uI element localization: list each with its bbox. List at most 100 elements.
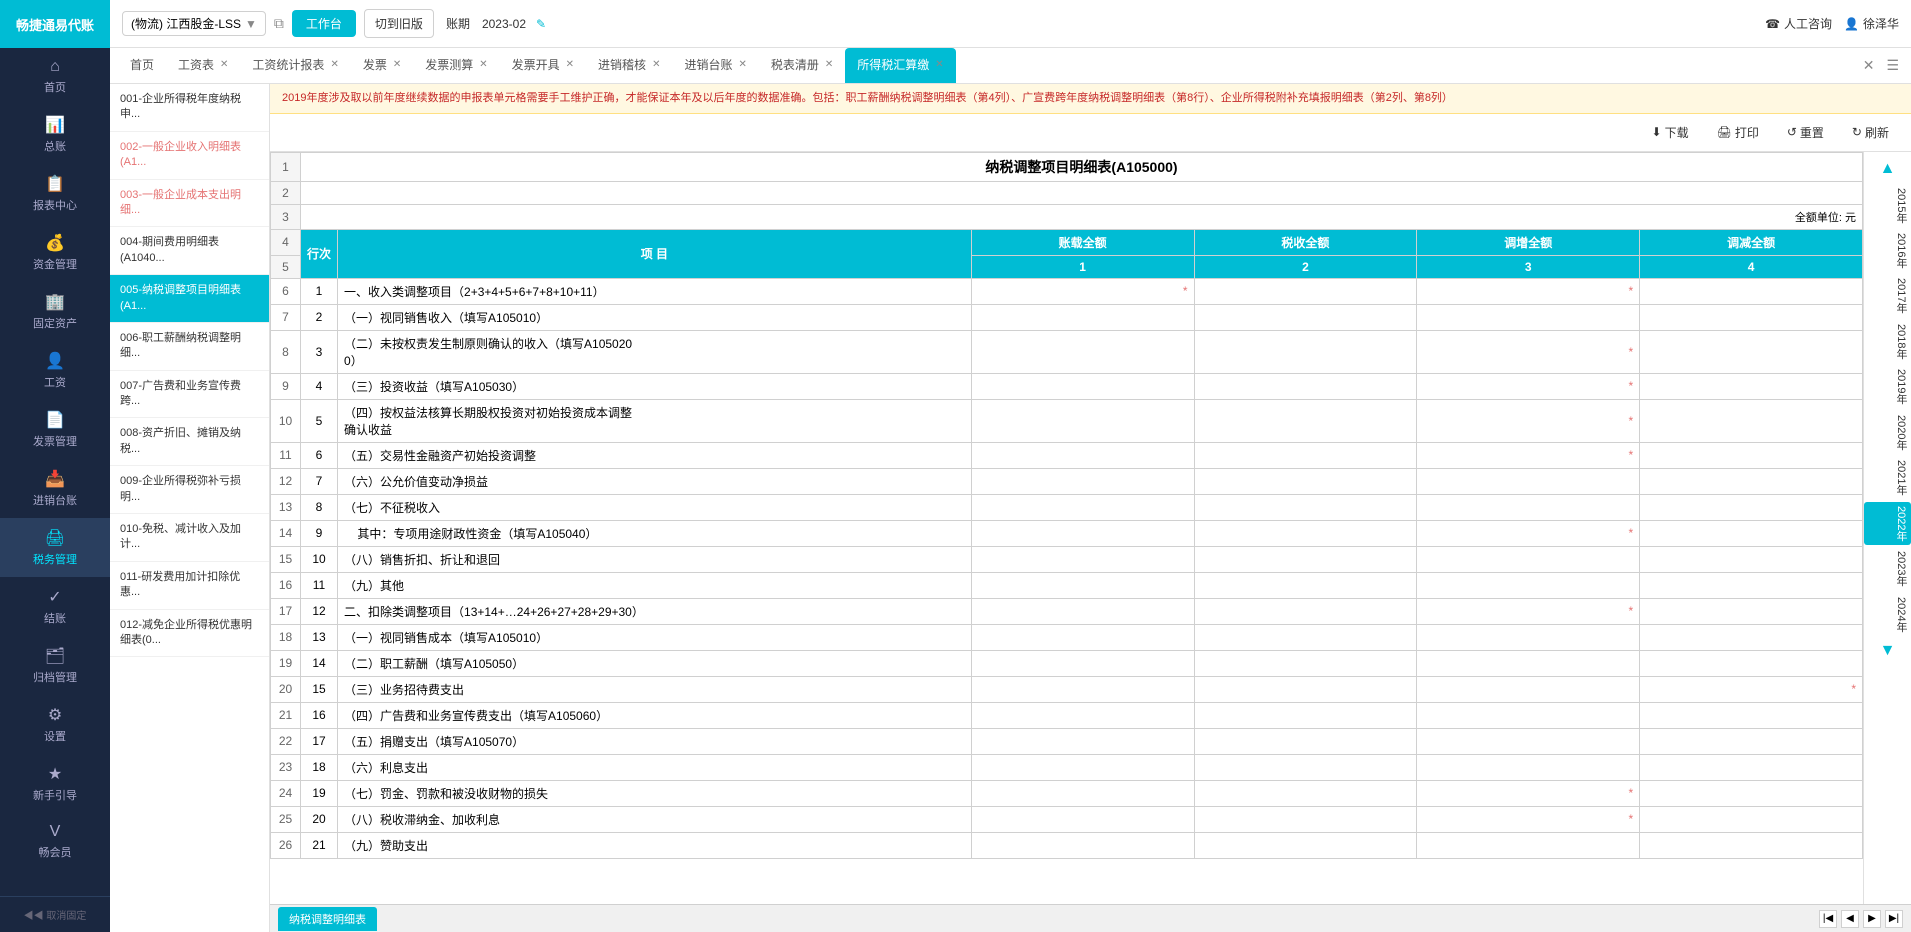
row-c2[interactable] [1194, 572, 1417, 598]
year-2021[interactable]: 2021年 [1864, 456, 1911, 499]
row-c1[interactable] [971, 304, 1194, 330]
row-c1[interactable] [971, 373, 1194, 399]
tab-payroll-stat[interactable]: 工资统计报表 ✕ [240, 48, 350, 83]
row-c4[interactable] [1640, 780, 1863, 806]
left-item-011[interactable]: 011-研发费用加计扣除优惠... [110, 562, 269, 610]
tab-input-check[interactable]: 进销稽核 ✕ [586, 48, 672, 83]
row-c4[interactable] [1640, 702, 1863, 728]
row-c2[interactable] [1194, 780, 1417, 806]
sidebar-unpin[interactable]: ◀◀ 取消固定 [0, 896, 110, 932]
row-c4[interactable] [1640, 806, 1863, 832]
scroll-right[interactable]: ▶ [1863, 910, 1881, 928]
row-c1[interactable] [971, 624, 1194, 650]
year-2022[interactable]: 2022年 [1864, 502, 1911, 545]
year-2015[interactable]: 2015年 [1864, 184, 1911, 227]
sidebar-item-close[interactable]: ✓ 结账 [0, 577, 110, 636]
service-button[interactable]: ☎ 人工咨询 [1765, 15, 1832, 32]
row-c4[interactable] [1640, 754, 1863, 780]
row-c2[interactable] [1194, 278, 1417, 304]
sidebar-item-payroll[interactable]: 👤 工资 [0, 341, 110, 400]
row-c4[interactable] [1640, 728, 1863, 754]
row-c2[interactable] [1194, 399, 1417, 442]
row-c4[interactable] [1640, 546, 1863, 572]
left-item-007[interactable]: 007-广告费和业务宣传费跨... [110, 371, 269, 419]
tab-tax-table[interactable]: 税表清册 ✕ [759, 48, 845, 83]
row-c3[interactable] [1417, 572, 1640, 598]
row-c4[interactable] [1640, 520, 1863, 546]
row-c3[interactable]: * [1417, 442, 1640, 468]
row-c3[interactable] [1417, 650, 1640, 676]
row-c2[interactable] [1194, 728, 1417, 754]
year-2019[interactable]: 2019年 [1864, 365, 1911, 408]
sidebar-item-settings[interactable]: ⚙ 设置 [0, 695, 110, 754]
year-2023[interactable]: 2023年 [1864, 547, 1911, 590]
row-c1[interactable] [971, 468, 1194, 494]
left-item-001[interactable]: 001-企业所得税年度纳税申... [110, 84, 269, 132]
row-c1[interactable] [971, 754, 1194, 780]
row-c4[interactable] [1640, 304, 1863, 330]
sidebar-item-input[interactable]: 📥 进销台账 [0, 459, 110, 518]
tab-input-ledger[interactable]: 进销台账 ✕ [672, 48, 758, 83]
year-2024[interactable]: 2024年 [1864, 593, 1911, 636]
tab-close-invoice-issue[interactable]: ✕ [566, 59, 574, 70]
download-button[interactable]: ⬇ 下载 [1642, 120, 1699, 145]
sheet-container[interactable]: 1 纳税调整项目明细表(A105000) 2 3 全额单位: 元 [270, 152, 1863, 905]
row-c1[interactable] [971, 494, 1194, 520]
row-c3[interactable]: * [1417, 520, 1640, 546]
row-c1[interactable] [971, 598, 1194, 624]
row-c4[interactable] [1640, 494, 1863, 520]
left-item-012[interactable]: 012-减免企业所得税优惠明细表(0... [110, 610, 269, 658]
row-c3[interactable] [1417, 728, 1640, 754]
row-c2[interactable] [1194, 494, 1417, 520]
tab-close-invoice[interactable]: ✕ [393, 59, 401, 70]
tab-close-input-check[interactable]: ✕ [652, 59, 660, 70]
close-all-tabs-button[interactable]: ✕ [1859, 55, 1879, 76]
row-c3[interactable]: * [1417, 330, 1640, 373]
row-c4[interactable] [1640, 442, 1863, 468]
tab-close-payroll-stat[interactable]: ✕ [330, 59, 338, 70]
row-c3[interactable] [1417, 832, 1640, 858]
row-c2[interactable] [1194, 702, 1417, 728]
row-c2[interactable] [1194, 806, 1417, 832]
row-c1[interactable] [971, 330, 1194, 373]
row-c3[interactable]: * [1417, 373, 1640, 399]
tab-invoice-calc[interactable]: 发票测算 ✕ [413, 48, 499, 83]
refresh-button[interactable]: ↻ 刷新 [1842, 120, 1899, 145]
sidebar-item-tax[interactable]: 🖨 税务管理 [0, 518, 110, 577]
row-c4[interactable] [1640, 650, 1863, 676]
row-c2[interactable] [1194, 676, 1417, 702]
scroll-left[interactable]: ◀ [1841, 910, 1859, 928]
tab-close-income-tax[interactable]: ✕ [935, 59, 943, 70]
row-c1[interactable] [971, 780, 1194, 806]
company-selector[interactable]: (物流) 江西股金-LSS ▼ [122, 11, 266, 36]
row-c2[interactable] [1194, 373, 1417, 399]
row-c3[interactable] [1417, 754, 1640, 780]
row-c2[interactable] [1194, 754, 1417, 780]
copy-icon[interactable]: ⧉ [274, 15, 284, 32]
row-c2[interactable] [1194, 650, 1417, 676]
row-c2[interactable] [1194, 304, 1417, 330]
row-c3[interactable] [1417, 676, 1640, 702]
row-c1[interactable] [971, 546, 1194, 572]
row-c3[interactable] [1417, 624, 1640, 650]
row-c1[interactable] [971, 702, 1194, 728]
tab-invoice[interactable]: 发票 ✕ [351, 48, 413, 83]
year-2017[interactable]: 2017年 [1864, 274, 1911, 317]
user-menu[interactable]: 👤 徐泽华 [1844, 15, 1899, 32]
row-c1[interactable] [971, 572, 1194, 598]
row-c2[interactable] [1194, 832, 1417, 858]
left-item-009[interactable]: 009-企业所得税弥补亏损明... [110, 466, 269, 514]
row-c4[interactable] [1640, 373, 1863, 399]
row-c1[interactable] [971, 832, 1194, 858]
tab-close-tax-table[interactable]: ✕ [825, 59, 833, 70]
row-c2[interactable] [1194, 442, 1417, 468]
tab-payroll[interactable]: 工资表 ✕ [166, 48, 240, 83]
left-item-004[interactable]: 004-期间费用明细表(A1040... [110, 227, 269, 275]
sidebar-item-assets[interactable]: 🏢 固定资产 [0, 282, 110, 341]
left-item-010[interactable]: 010-免税、减计收入及加计... [110, 514, 269, 562]
row-c4[interactable] [1640, 832, 1863, 858]
row-c3[interactable] [1417, 494, 1640, 520]
row-c1[interactable] [971, 728, 1194, 754]
sidebar-item-ledger[interactable]: 📊 总账 [0, 105, 110, 164]
left-item-002[interactable]: 002-一般企业收入明细表(A1... [110, 132, 269, 180]
